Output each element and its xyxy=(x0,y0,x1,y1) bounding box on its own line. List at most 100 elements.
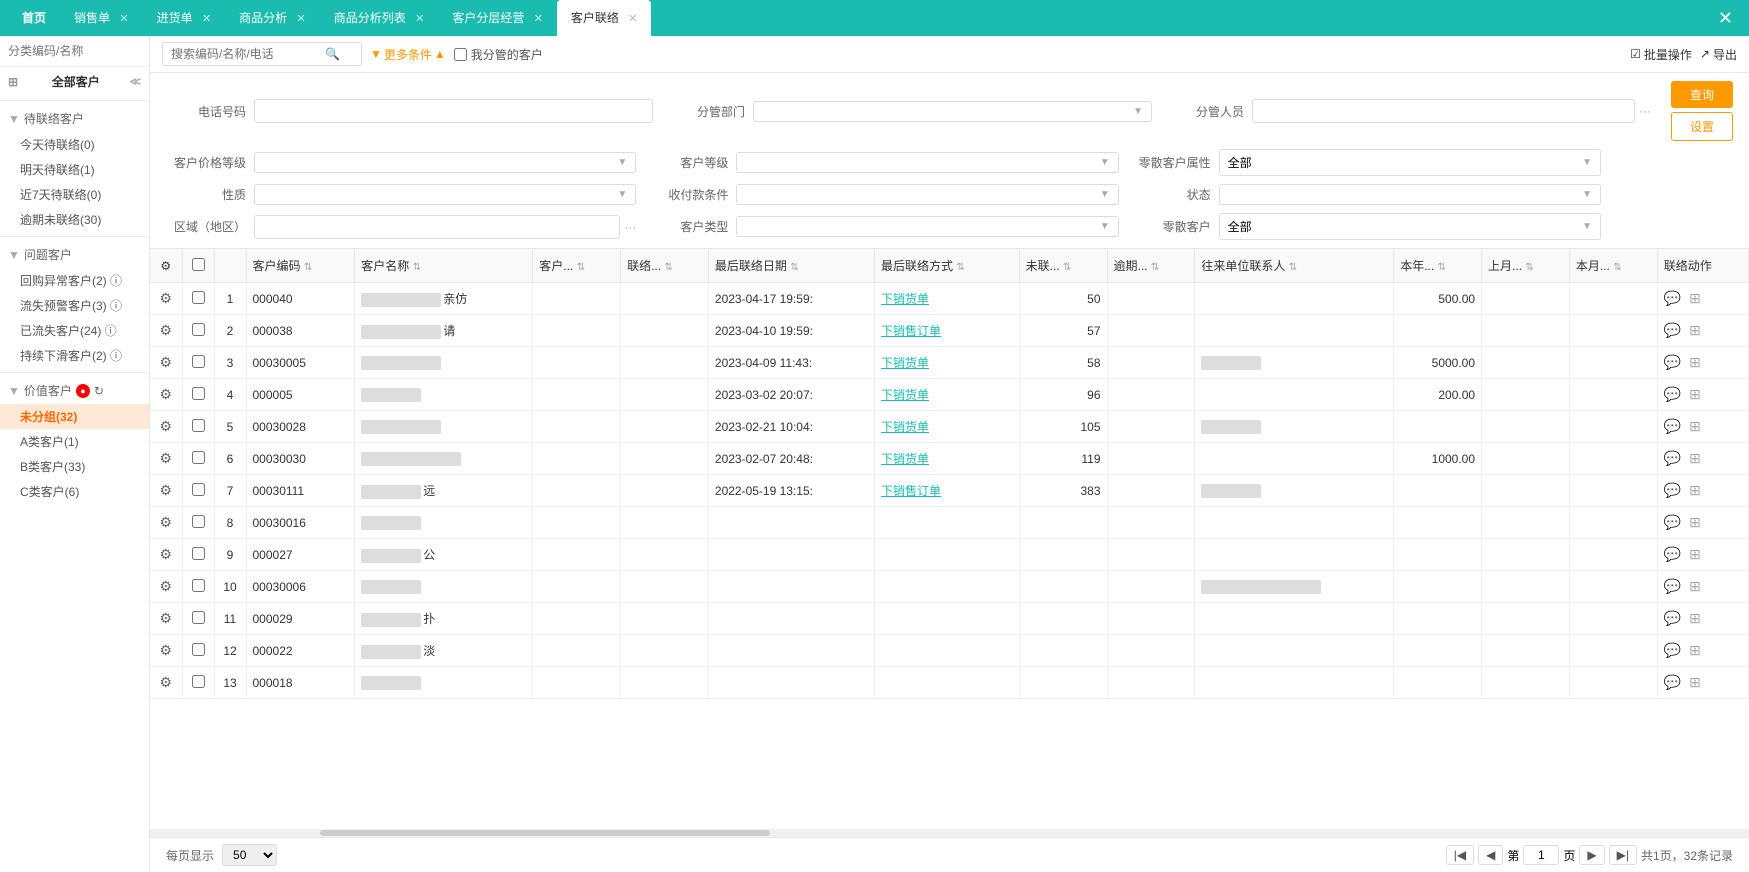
row-checkbox[interactable] xyxy=(182,667,214,699)
sidebar-item-lost[interactable]: 已流失客户(24) ⓘ xyxy=(0,318,149,343)
window-close-button[interactable]: ✕ xyxy=(1710,8,1741,29)
sidebar-item-nosale[interactable]: 持续下滑客户(2) ⓘ xyxy=(0,343,149,368)
select-all-checkbox[interactable] xyxy=(192,258,205,271)
per-page-select[interactable]: 50 100 200 xyxy=(222,844,277,866)
retail-customer-select[interactable]: 全部 ▼ xyxy=(1219,213,1601,240)
settings-header[interactable]: ⚙ xyxy=(150,249,182,283)
customer-type-header[interactable]: 客户... ⇅ xyxy=(533,249,621,283)
batch-operation-link[interactable]: ☑ 批量操作 xyxy=(1630,46,1692,63)
tab-customer-contact[interactable]: 客户联络 ✕ xyxy=(557,0,652,36)
row-checkbox[interactable] xyxy=(182,603,214,635)
tab-customer-segment[interactable]: 客户分层经营 ✕ xyxy=(438,0,557,36)
row-checkbox[interactable] xyxy=(182,507,214,539)
contact-header[interactable]: 联络... ⇅ xyxy=(621,249,709,283)
refresh-icon[interactable]: ↻ xyxy=(94,384,104,398)
close-segment-icon[interactable]: ✕ xyxy=(534,13,543,25)
row-settings[interactable]: ⚙ xyxy=(150,667,182,699)
message-icon[interactable]: 💬 xyxy=(1664,514,1681,531)
message-icon[interactable]: 💬 xyxy=(1664,354,1681,371)
row-settings[interactable]: ⚙ xyxy=(150,571,182,603)
my-customers-checkbox[interactable]: 我分管的客户 xyxy=(454,46,543,63)
tab-sales[interactable]: 销售单 ✕ xyxy=(60,0,143,36)
sidebar-group-pending[interactable]: ▼ 待联络客户 xyxy=(0,105,149,132)
manager-input[interactable] xyxy=(1252,99,1635,123)
grid-action-icon[interactable]: ⊞ xyxy=(1689,386,1701,403)
row-settings[interactable]: ⚙ xyxy=(150,315,182,347)
row-settings[interactable]: ⚙ xyxy=(150,411,182,443)
payment-select[interactable]: ▼ xyxy=(736,184,1118,205)
price-grade-select[interactable]: ▼ xyxy=(254,152,636,173)
row-checkbox[interactable] xyxy=(182,475,214,507)
last-contact-date-header[interactable]: 最后联络日期 ⇅ xyxy=(708,249,874,283)
message-icon[interactable]: 💬 xyxy=(1664,610,1681,627)
grid-action-icon[interactable]: ⊞ xyxy=(1689,642,1701,659)
year-sales-header[interactable]: 本年... ⇅ xyxy=(1394,249,1482,283)
grid-action-icon[interactable]: ⊞ xyxy=(1689,418,1701,435)
contact-person-header[interactable]: 往来单位联系人 ⇅ xyxy=(1195,249,1394,283)
last-contact-method-header[interactable]: 最后联络方式 ⇅ xyxy=(875,249,1020,283)
grid-action-icon[interactable]: ⊞ xyxy=(1689,322,1701,339)
nature-select[interactable]: ▼ xyxy=(254,184,636,205)
message-icon[interactable]: 💬 xyxy=(1664,546,1681,563)
row-checkbox[interactable] xyxy=(182,379,214,411)
message-icon[interactable]: 💬 xyxy=(1664,482,1681,499)
close-analysis-list-icon[interactable]: ✕ xyxy=(415,13,424,25)
row-settings[interactable]: ⚙ xyxy=(150,443,182,475)
row-last-method[interactable]: 下销货单 xyxy=(875,347,1020,379)
row-last-method[interactable]: 下销售订单 xyxy=(875,475,1020,507)
grid-action-icon[interactable]: ⊞ xyxy=(1689,546,1701,563)
grid-action-icon[interactable]: ⊞ xyxy=(1689,674,1701,691)
prev-page-button[interactable]: ◀ xyxy=(1478,845,1503,865)
row-last-method[interactable] xyxy=(875,667,1020,699)
message-icon[interactable]: 💬 xyxy=(1664,450,1681,467)
sidebar-item-churn-risk[interactable]: 流失预警客户(3) ⓘ xyxy=(0,293,149,318)
row-checkbox[interactable] xyxy=(182,539,214,571)
sidebar-item-overdue[interactable]: 逾期未联络(30) xyxy=(0,207,149,232)
next-page-button[interactable]: ▶ xyxy=(1579,845,1604,865)
sidebar-search-input[interactable] xyxy=(8,44,150,58)
message-icon[interactable]: 💬 xyxy=(1664,674,1681,691)
sidebar-item-b-class[interactable]: B类客户(33) xyxy=(0,454,149,479)
row-last-method[interactable] xyxy=(875,635,1020,667)
export-link[interactable]: ↗ 导出 xyxy=(1700,46,1737,63)
cur-month-header[interactable]: 本月... ⇅ xyxy=(1569,249,1657,283)
dept-select[interactable]: ▼ xyxy=(753,101,1152,122)
row-last-method[interactable] xyxy=(875,539,1020,571)
row-last-method[interactable] xyxy=(875,507,1020,539)
horizontal-scrollbar-area[interactable] xyxy=(150,829,1749,837)
row-settings[interactable]: ⚙ xyxy=(150,635,182,667)
checkbox-header[interactable] xyxy=(182,249,214,283)
retail-attr-select[interactable]: 全部 ▼ xyxy=(1219,149,1601,176)
row-checkbox[interactable] xyxy=(182,635,214,667)
message-icon[interactable]: 💬 xyxy=(1664,322,1681,339)
row-settings[interactable]: ⚙ xyxy=(150,507,182,539)
message-icon[interactable]: 💬 xyxy=(1664,578,1681,595)
more-filters-button[interactable]: ▼ 更多条件 ▲ xyxy=(370,46,446,63)
customer-code-header[interactable]: 客户编码 ⇅ xyxy=(246,249,355,283)
row-checkbox[interactable] xyxy=(182,283,214,315)
query-button[interactable]: 查询 xyxy=(1671,81,1733,108)
no-contact-days-header[interactable]: 未联... ⇅ xyxy=(1019,249,1107,283)
my-customers-check[interactable] xyxy=(454,48,467,61)
row-settings[interactable]: ⚙ xyxy=(150,539,182,571)
sidebar-group-value[interactable]: ▼ 价值客户 ● ↻ xyxy=(0,377,149,404)
message-icon[interactable]: 💬 xyxy=(1664,642,1681,659)
close-purchase-icon[interactable]: ✕ xyxy=(202,13,211,25)
customer-type-select[interactable]: ▼ xyxy=(736,216,1118,237)
close-contact-icon[interactable]: ✕ xyxy=(628,13,637,25)
sidebar-item-abnormal[interactable]: 回购异常客户(2) ⓘ xyxy=(0,268,149,293)
row-settings[interactable]: ⚙ xyxy=(150,283,182,315)
grid-action-icon[interactable]: ⊞ xyxy=(1689,290,1701,307)
sidebar-item-week[interactable]: 近7天待联络(0) xyxy=(0,182,149,207)
tab-home[interactable]: 首页 xyxy=(8,0,60,36)
tab-purchase[interactable]: 进货单 ✕ xyxy=(143,0,226,36)
collapse-icon[interactable]: ≪ xyxy=(129,75,141,88)
row-checkbox[interactable] xyxy=(182,315,214,347)
grid-action-icon[interactable]: ⊞ xyxy=(1689,450,1701,467)
row-last-method[interactable]: 下销货单 xyxy=(875,283,1020,315)
all-customers-header[interactable]: ⊞ 全部客户 ≪ xyxy=(0,67,149,96)
row-settings[interactable]: ⚙ xyxy=(150,603,182,635)
message-icon[interactable]: 💬 xyxy=(1664,290,1681,307)
phone-input[interactable] xyxy=(254,99,653,123)
message-icon[interactable]: 💬 xyxy=(1664,386,1681,403)
